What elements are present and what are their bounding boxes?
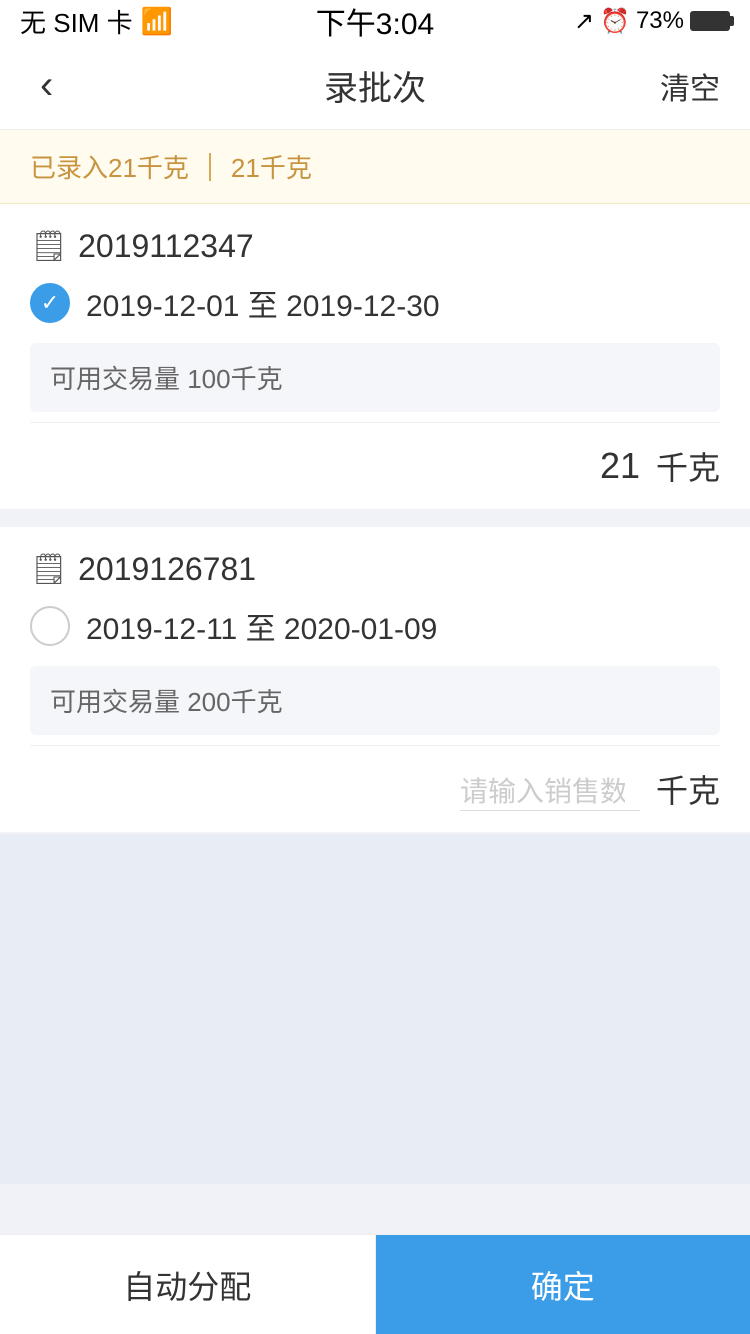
page-title: 录批次 xyxy=(324,61,426,110)
batch-avail-2: 可用交易量 200千克 xyxy=(30,666,720,735)
quantity-row-2: 千克 xyxy=(0,746,750,832)
batch-date-1: 2019-12-01 至 2019-12-30 xyxy=(86,281,440,325)
batch-date-row-2: ✓ 2019-12-11 至 2020-01-09 xyxy=(0,596,750,656)
quantity-unit-2: 千克 xyxy=(656,766,720,812)
radio-button-2[interactable]: ✓ xyxy=(30,606,70,646)
status-right: ↗ ⏰ 73% xyxy=(574,7,730,36)
section-gap xyxy=(0,511,750,527)
check-icon-1: ✓ xyxy=(41,290,59,316)
nav-bar: ‹ 录批次 清空 xyxy=(0,42,750,130)
clear-button[interactable]: 清空 xyxy=(660,64,720,108)
empty-area xyxy=(0,834,750,1184)
batch-avail-1: 可用交易量 100千克 xyxy=(30,343,720,412)
quantity-row-1: 21 千克 xyxy=(0,423,750,509)
battery-text: 73% xyxy=(636,7,684,35)
quantity-unit-1: 千克 xyxy=(656,443,720,489)
bottom-bar: 自动分配 确定 xyxy=(0,1234,750,1334)
batch-date-2: 2019-12-11 至 2020-01-09 xyxy=(86,604,437,648)
radio-button-1[interactable]: ✓ xyxy=(30,283,70,323)
page-content: 🗒 2019112347 ✓ 2019-12-01 至 2019-12-30 可… xyxy=(0,204,750,1284)
info-banner: 已录入21千克 21千克 xyxy=(0,130,750,204)
quantity-input-2[interactable] xyxy=(460,768,640,811)
back-button[interactable]: ‹ xyxy=(30,53,63,118)
confirm-button[interactable]: 确定 xyxy=(376,1235,750,1334)
wifi-icon: 📶 xyxy=(141,6,173,37)
quantity-value-1: 21 xyxy=(600,445,640,487)
recorded-label: 已录入21千克 xyxy=(30,148,189,185)
batch-header-2: 🗒 2019126781 xyxy=(0,527,750,596)
batch-number-1: 2019112347 xyxy=(78,228,254,265)
batch-header-1: 🗒 2019112347 xyxy=(0,204,750,273)
batch-date-row-1: ✓ 2019-12-01 至 2019-12-30 xyxy=(0,273,750,333)
carrier-text: 无 SIM 卡 xyxy=(20,3,133,40)
alarm-icon: ⏰ xyxy=(600,7,630,36)
status-left: 无 SIM 卡 📶 xyxy=(20,3,173,40)
status-bar: 无 SIM 卡 📶 下午3:04 ↗ ⏰ 73% xyxy=(0,0,750,42)
batch-icon-2: 🗒 xyxy=(30,552,68,587)
banner-divider xyxy=(209,153,211,181)
location-icon: ↗ xyxy=(574,7,594,36)
status-time: 下午3:04 xyxy=(316,0,434,43)
batch-number-2: 2019126781 xyxy=(78,551,256,588)
auto-assign-button[interactable]: 自动分配 xyxy=(0,1235,376,1334)
recorded-value: 21千克 xyxy=(231,148,312,185)
batch-icon-1: 🗒 xyxy=(30,229,68,264)
battery-icon xyxy=(690,11,730,31)
batch-card-1: 🗒 2019112347 ✓ 2019-12-01 至 2019-12-30 可… xyxy=(0,204,750,509)
batch-card-2: 🗒 2019126781 ✓ 2019-12-11 至 2020-01-09 可… xyxy=(0,527,750,832)
